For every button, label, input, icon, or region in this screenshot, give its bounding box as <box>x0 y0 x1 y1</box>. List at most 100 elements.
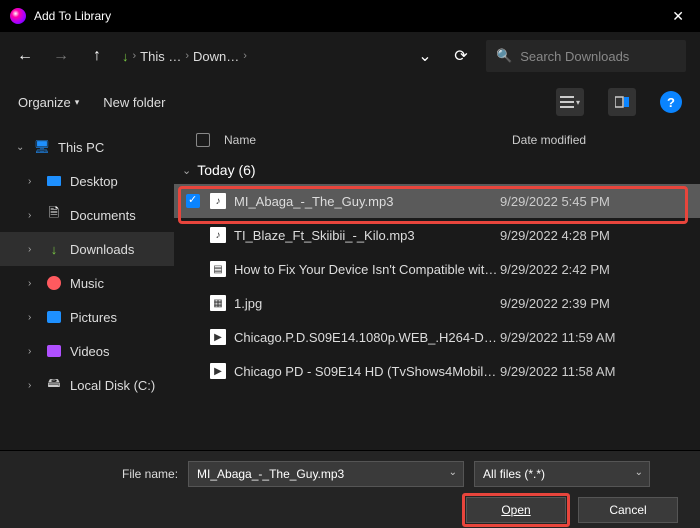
file-checkbox[interactable] <box>186 194 200 208</box>
chevron-down-icon: ▾ <box>576 98 580 107</box>
sidebar-item-videos[interactable]: › Videos <box>0 334 174 368</box>
sidebar-item-music[interactable]: › Music <box>0 266 174 300</box>
organize-label: Organize <box>18 95 71 110</box>
chevron-right-icon: › <box>28 210 38 221</box>
chevron-down-icon: ⌄ <box>16 142 26 153</box>
file-date: 9/29/2022 5:45 PM <box>500 194 700 209</box>
sidebar-item-documents[interactable]: › 🗎 Documents <box>0 198 174 232</box>
sidebar-label: Local Disk (C:) <box>70 378 155 393</box>
breadcrumb[interactable]: ↓ › This … › Down… › <box>122 49 247 64</box>
crumb-downloads[interactable]: Down… <box>193 49 239 64</box>
filename-label: File name: <box>122 467 178 481</box>
back-button[interactable]: ← <box>14 45 36 67</box>
chevron-right-icon: › <box>28 346 38 357</box>
audio-file-icon: ♪ <box>210 227 226 243</box>
refresh-button[interactable]: ⟳ <box>450 45 472 67</box>
history-dropdown-button[interactable]: ⌄ <box>414 45 436 67</box>
file-name: TI_Blaze_Ft_Skiibii_-_Kilo.mp3 <box>234 228 500 243</box>
file-row[interactable]: ▤ How to Fix Your Device Isn't Compatibl… <box>174 252 700 286</box>
sidebar-label: This PC <box>58 140 104 155</box>
document-file-icon: ▤ <box>210 261 226 277</box>
image-file-icon: ▦ <box>210 295 226 311</box>
file-date: 9/29/2022 2:39 PM <box>500 296 700 311</box>
file-row[interactable]: ▶ Chicago PD - S09E14 HD (TvShows4Mobile… <box>174 354 700 388</box>
search-icon: 🔍 <box>496 48 512 64</box>
video-file-icon: ▶ <box>210 363 226 379</box>
pictures-icon <box>46 309 62 325</box>
column-date[interactable]: Date modified <box>512 133 700 147</box>
sidebar-label: Videos <box>70 344 110 359</box>
group-label: Today (6) <box>197 162 255 178</box>
chevron-down-icon: ▾ <box>75 97 80 108</box>
videos-icon <box>46 343 62 359</box>
pc-icon: 🖥 <box>34 139 50 155</box>
sidebar-item-this-pc[interactable]: ⌄ 🖥 This PC <box>0 130 174 164</box>
organize-menu[interactable]: Organize ▾ <box>18 95 79 110</box>
column-name[interactable]: Name <box>224 133 512 147</box>
select-all-checkbox[interactable] <box>196 133 210 147</box>
file-row[interactable]: ♪ MI_Abaga_-_The_Guy.mp3 9/29/2022 5:45 … <box>174 184 700 218</box>
file-date: 9/29/2022 11:58 AM <box>500 364 700 379</box>
file-name: Chicago PD - S09E14 HD (TvShows4Mobile.… <box>234 364 500 379</box>
search-input[interactable]: 🔍 Search Downloads <box>486 40 686 72</box>
file-list: Name Date modified ⌄ Today (6) ♪ MI_Abag… <box>174 124 700 450</box>
file-row[interactable]: ♪ TI_Blaze_Ft_Skiibii_-_Kilo.mp3 9/29/20… <box>174 218 700 252</box>
sidebar-item-downloads[interactable]: › ↓ Downloads <box>0 232 174 266</box>
forward-button[interactable]: → <box>50 45 72 67</box>
preview-pane-button[interactable] <box>608 88 636 116</box>
help-button[interactable]: ? <box>660 91 682 113</box>
chevron-down-icon: ⌄ <box>449 467 457 478</box>
bottom-panel: File name: MI_Abaga_-_The_Guy.mp3 ⌄ All … <box>0 450 700 528</box>
sidebar-item-local-disk[interactable]: › 🖴 Local Disk (C:) <box>0 368 174 402</box>
sidebar-label: Pictures <box>70 310 117 325</box>
disk-icon: 🖴 <box>46 377 62 393</box>
window-title: Add To Library <box>34 9 111 23</box>
file-row[interactable]: ▦ 1.jpg 9/29/2022 2:39 PM <box>174 286 700 320</box>
chevron-right-icon: › <box>185 50 189 62</box>
downloads-icon: ↓ <box>122 49 129 64</box>
column-headers: Name Date modified <box>174 124 700 156</box>
cancel-button[interactable]: Cancel <box>578 497 678 523</box>
close-button[interactable]: ✕ <box>666 8 690 25</box>
downloads-icon: ↓ <box>46 241 62 257</box>
sidebar: ⌄ 🖥 This PC › Desktop › 🗎 Documents › ↓ … <box>0 124 174 450</box>
crumb-this-pc[interactable]: This … <box>140 49 181 64</box>
video-file-icon: ▶ <box>210 329 226 345</box>
filename-value: MI_Abaga_-_The_Guy.mp3 <box>197 467 344 481</box>
open-button[interactable]: Open <box>466 497 566 523</box>
view-list-button[interactable]: ▾ <box>556 88 584 116</box>
chevron-down-icon: ⌄ <box>182 164 191 177</box>
documents-icon: 🗎 <box>46 207 62 223</box>
toolbar: Organize ▾ New folder ▾ ? <box>0 80 700 124</box>
file-row[interactable]: ▶ Chicago.P.D.S09E14.1080p.WEB_.H264-DEX… <box>174 320 700 354</box>
sidebar-label: Music <box>70 276 104 291</box>
itunes-icon <box>10 8 26 24</box>
file-name: 1.jpg <box>234 296 500 311</box>
sidebar-item-pictures[interactable]: › Pictures <box>0 300 174 334</box>
up-button[interactable]: ↑ <box>86 45 108 67</box>
search-placeholder: Search Downloads <box>520 49 629 64</box>
chevron-right-icon: › <box>28 176 38 187</box>
desktop-icon <box>46 173 62 189</box>
filetype-filter[interactable]: All files (*.*) ⌄ <box>474 461 650 487</box>
new-folder-button[interactable]: New folder <box>103 95 165 110</box>
chevron-right-icon: › <box>28 380 38 391</box>
group-today[interactable]: ⌄ Today (6) <box>174 156 700 184</box>
file-date: 9/29/2022 2:42 PM <box>500 262 700 277</box>
chevron-right-icon: › <box>28 244 38 255</box>
audio-file-icon: ♪ <box>210 193 226 209</box>
sidebar-item-desktop[interactable]: › Desktop <box>0 164 174 198</box>
filename-input[interactable]: MI_Abaga_-_The_Guy.mp3 ⌄ <box>188 461 464 487</box>
file-date: 9/29/2022 4:28 PM <box>500 228 700 243</box>
music-icon <box>46 275 62 291</box>
chevron-right-icon: › <box>243 50 247 62</box>
file-name: MI_Abaga_-_The_Guy.mp3 <box>234 194 500 209</box>
file-date: 9/29/2022 11:59 AM <box>500 330 700 345</box>
navbar: ← → ↑ ↓ › This … › Down… › ⌄ ⟳ 🔍 Search … <box>0 32 700 80</box>
file-name: How to Fix Your Device Isn't Compatible … <box>234 262 500 277</box>
sidebar-label: Documents <box>70 208 136 223</box>
file-name: Chicago.P.D.S09E14.1080p.WEB_.H264-DEX… <box>234 330 500 345</box>
sidebar-label: Downloads <box>70 242 134 257</box>
sidebar-label: Desktop <box>70 174 118 189</box>
chevron-right-icon: › <box>133 50 137 62</box>
